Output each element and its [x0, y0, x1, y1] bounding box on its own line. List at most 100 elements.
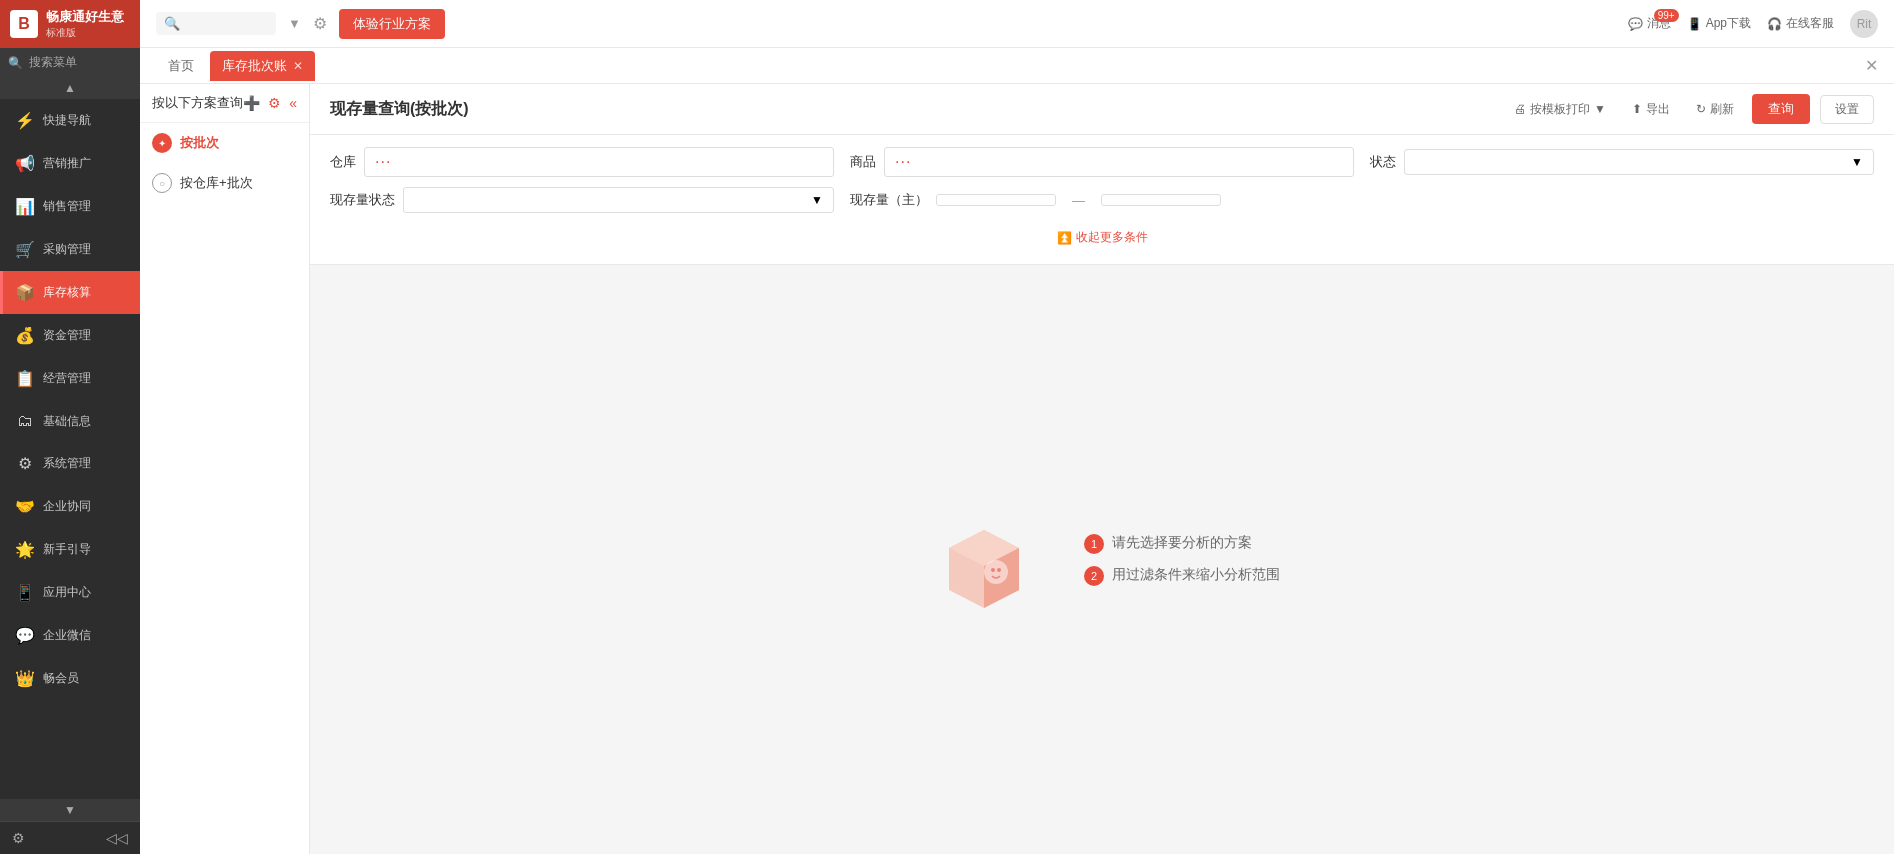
search-icon: 🔍: [164, 16, 180, 31]
svg-point-4: [991, 568, 995, 572]
tabbar: 首页 库存批次账 ✕ ✕: [140, 48, 1894, 84]
app-download-button[interactable]: 📱 App下载: [1687, 15, 1751, 32]
sidebar-item-sales[interactable]: 📊 销售管理: [0, 185, 140, 228]
collapse-icon: ⏫: [1057, 231, 1072, 245]
status-select[interactable]: ▼: [1404, 149, 1874, 175]
sidebar-item-member[interactable]: 👑 畅会员: [0, 657, 140, 700]
nav-icon-wechat: 💬: [15, 626, 35, 645]
sidebar-item-finance[interactable]: 💰 资金管理: [0, 314, 140, 357]
sidebar-header: B 畅康通好生意 标准版: [0, 0, 140, 48]
nav-icon-enterprise: 🤝: [15, 497, 35, 516]
nav-icon-apps: 📱: [15, 583, 35, 602]
print-template-button[interactable]: 🖨 按模板打印 ▼: [1506, 97, 1614, 122]
left-panel-icons: ➕ ⚙ «: [243, 95, 297, 111]
stock-quantity-label: 现存量（主）: [850, 191, 928, 209]
topbar-icons: 💬 消息 99+ 📱 App下载 🎧 在线客服 Rit: [1628, 10, 1878, 38]
add-plan-icon[interactable]: ➕: [243, 95, 260, 111]
sidebar-item-apps[interactable]: 📱 应用中心: [0, 571, 140, 614]
product-filter: 商品 ···: [850, 147, 1354, 177]
scroll-up-button[interactable]: ▲: [0, 77, 140, 99]
user-avatar[interactable]: Rit: [1850, 10, 1878, 38]
sidebar-item-inventory[interactable]: 📦 库存核算: [0, 271, 140, 314]
avatar: Rit: [1850, 10, 1878, 38]
nav-icon-purchase: 🛒: [15, 240, 35, 259]
nav-icon-operation: 📋: [15, 369, 35, 388]
right-content: 现存量查询(按批次) 🖨 按模板打印 ▼ ⬆ 导出 ↻ 刷新: [310, 84, 1894, 854]
sidebar-search[interactable]: 🔍 搜索菜单: [0, 48, 140, 77]
stock-status-select[interactable]: ▼: [403, 187, 834, 213]
stock-quantity-max[interactable]: [1101, 194, 1221, 206]
settings-plan-icon[interactable]: ⚙: [268, 95, 281, 111]
warehouse-input[interactable]: ···: [364, 147, 834, 177]
panel-close-button[interactable]: ✕: [1865, 56, 1878, 75]
dropdown-arrow: ▼: [1594, 102, 1606, 116]
sidebar-item-operation[interactable]: 📋 经营管理: [0, 357, 140, 400]
collapse-icon[interactable]: ◁◁: [106, 830, 128, 846]
topbar-search-box[interactable]: 🔍: [156, 12, 276, 35]
left-panel-title: 按以下方案查询: [152, 94, 243, 112]
stock-quantity-min[interactable]: [936, 194, 1056, 206]
export-button[interactable]: ⬆ 导出: [1624, 97, 1678, 122]
nav-icon-inventory: 📦: [15, 283, 35, 302]
tab-home[interactable]: 首页: [156, 51, 206, 81]
stock-status-filter: 现存量状态 ▼: [330, 187, 834, 213]
nav-icon-sales: 📊: [15, 197, 35, 216]
sidebar-item-basic[interactable]: 🗂 基础信息: [0, 400, 140, 442]
refresh-icon: ↻: [1696, 102, 1706, 116]
gear-icon[interactable]: ⚙: [313, 14, 327, 33]
plan-item-batch[interactable]: ✦ 按批次: [140, 123, 309, 163]
tab-close-icon[interactable]: ✕: [293, 59, 303, 73]
page-title: 现存量查询(按批次): [330, 99, 469, 120]
nav-icon-system: ⚙: [15, 454, 35, 473]
plan-active-icon: ✦: [152, 133, 172, 153]
tab-batch-account[interactable]: 库存批次账 ✕: [210, 51, 315, 81]
sidebar: B 畅康通好生意 标准版 🔍 搜索菜单 ▲ ⚡ 快捷导航 📢 营销推广 📊 销售…: [0, 0, 140, 854]
scroll-down-button[interactable]: ▼: [0, 799, 140, 821]
sidebar-item-wechat[interactable]: 💬 企业微信: [0, 614, 140, 657]
product-input[interactable]: ···: [884, 147, 1354, 177]
industry-button[interactable]: 体验行业方案: [339, 9, 445, 39]
collapse-filters-button[interactable]: ⏫ 收起更多条件: [330, 223, 1874, 252]
sidebar-item-purchase[interactable]: 🛒 采购管理: [0, 228, 140, 271]
sidebar-nav: ⚡ 快捷导航 📢 营销推广 📊 销售管理 🛒 采购管理 📦 库存核算 💰 资金管…: [0, 99, 140, 799]
sidebar-item-quick-nav[interactable]: ⚡ 快捷导航: [0, 99, 140, 142]
left-panel: 按以下方案查询 ➕ ⚙ « ✦ 按批次 ○ 按仓库+批次: [140, 84, 310, 854]
svg-point-3: [984, 560, 1008, 584]
sidebar-item-newbie[interactable]: 🌟 新手引导: [0, 528, 140, 571]
warehouse-label: 仓库: [330, 153, 356, 171]
dropdown-icon: ▼: [811, 193, 823, 207]
warehouse-filter: 仓库 ···: [330, 147, 834, 177]
nav-icon-marketing: 📢: [15, 154, 35, 173]
nav-icon-finance: 💰: [15, 326, 35, 345]
settings-button[interactable]: 设置: [1820, 95, 1874, 124]
status-filter: 状态 ▼: [1370, 149, 1874, 175]
page-header-actions: 🖨 按模板打印 ▼ ⬆ 导出 ↻ 刷新 查询 设置: [1506, 94, 1874, 124]
dropdown-icon[interactable]: ▼: [288, 16, 301, 31]
plan-item-warehouse-batch[interactable]: ○ 按仓库+批次: [140, 163, 309, 203]
online-support-button[interactable]: 🎧 在线客服: [1767, 15, 1834, 32]
refresh-button[interactable]: ↻ 刷新: [1688, 97, 1742, 122]
sidebar-item-marketing[interactable]: 📢 营销推广: [0, 142, 140, 185]
search-icon: 🔍: [8, 56, 23, 70]
nav-icon-newbie: 🌟: [15, 540, 35, 559]
sidebar-footer: ⚙ ◁◁: [0, 821, 140, 854]
empty-illustration: [924, 500, 1044, 620]
dots-icon: ···: [895, 153, 911, 171]
product-label: 商品: [850, 153, 876, 171]
sidebar-item-system[interactable]: ⚙ 系统管理: [0, 442, 140, 485]
dots-icon: ···: [375, 153, 391, 171]
settings-icon[interactable]: ⚙: [12, 830, 25, 846]
print-icon: 🖨: [1514, 102, 1526, 116]
left-panel-header: 按以下方案查询 ➕ ⚙ «: [140, 84, 309, 123]
collapse-panel-icon[interactable]: «: [289, 95, 297, 111]
nav-icon-member: 👑: [15, 669, 35, 688]
query-button[interactable]: 查询: [1752, 94, 1810, 124]
svg-point-5: [997, 568, 1001, 572]
messages-button[interactable]: 💬 消息 99+: [1628, 15, 1671, 32]
filter-area: 仓库 ··· 商品 ··· 状态: [310, 135, 1894, 265]
status-label: 状态: [1370, 153, 1396, 171]
empty-tips: 1 请先选择要分析的方案 2 用过滤条件来缩小分析范围: [1084, 534, 1280, 586]
headset-icon: 🎧: [1767, 17, 1782, 31]
search-input[interactable]: [184, 17, 264, 31]
sidebar-item-enterprise[interactable]: 🤝 企业协同: [0, 485, 140, 528]
